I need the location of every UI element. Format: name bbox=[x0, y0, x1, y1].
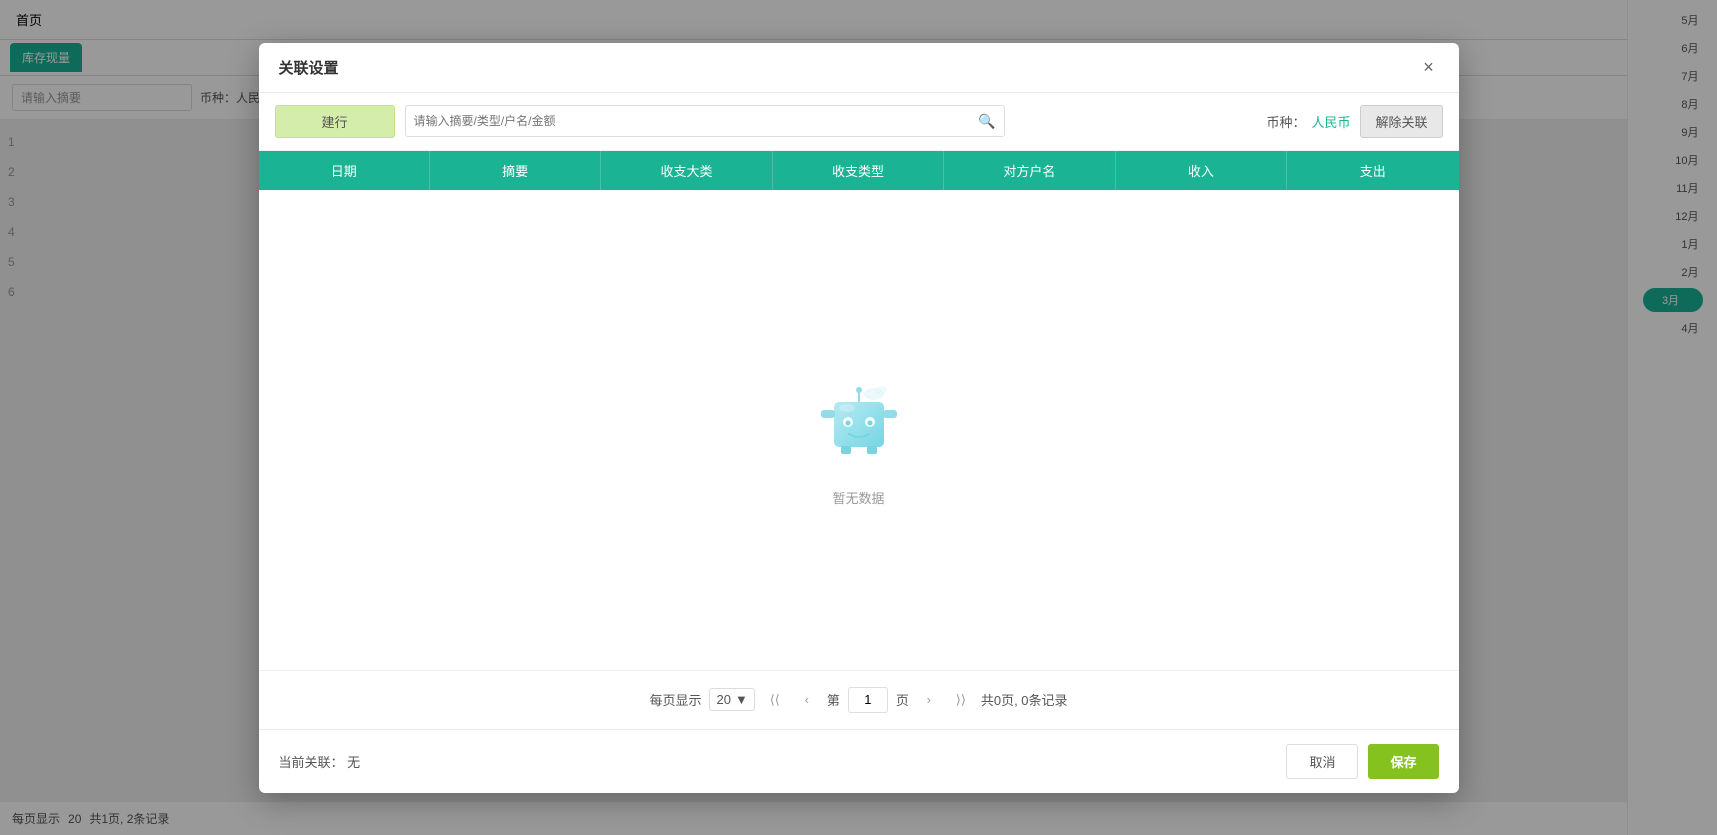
th-income: 收入 bbox=[1116, 151, 1287, 190]
modal-header: 关联设置 × bbox=[259, 43, 1459, 93]
save-button[interactable]: 保存 bbox=[1368, 744, 1438, 779]
page-label: 第 bbox=[827, 690, 840, 709]
per-page-label: 每页显示 bbox=[649, 690, 701, 709]
th-counterparty: 对方户名 bbox=[944, 151, 1115, 190]
page-input[interactable] bbox=[848, 687, 888, 713]
filter-row: 建行 🔍 币种： 人民币 解除关联 bbox=[259, 93, 1459, 151]
modal-footer: 当前关联： 无 取消 保存 bbox=[259, 729, 1459, 793]
pagination-row: 每页显示 20 ▼ ⟨⟨ ‹ 第 页 › ⟩⟩ 共0页, 0条记录 bbox=[259, 670, 1459, 729]
modal-close-btn[interactable]: × bbox=[1419, 57, 1439, 77]
page-last-btn[interactable]: ⟩⟩ bbox=[949, 688, 973, 712]
current-link-text: 当前关联： 无 bbox=[279, 752, 361, 771]
unlink-button[interactable]: 解除关联 bbox=[1360, 105, 1442, 138]
currency-label: 币种： bbox=[1266, 112, 1305, 131]
search-icon[interactable]: 🔍 bbox=[978, 113, 995, 130]
filter-search-wrap: 🔍 bbox=[405, 105, 1005, 137]
footer-buttons: 取消 保存 bbox=[1286, 744, 1438, 779]
page-size-value: 20 bbox=[716, 692, 730, 707]
empty-icon bbox=[809, 372, 909, 472]
cancel-button[interactable]: 取消 bbox=[1286, 744, 1358, 779]
modal-title: 关联设置 bbox=[279, 57, 339, 78]
page-total: 共0页, 0条记录 bbox=[981, 690, 1068, 709]
filter-search-input[interactable] bbox=[414, 114, 979, 128]
empty-text: 暂无数据 bbox=[832, 488, 884, 507]
th-type: 收支类型 bbox=[773, 151, 944, 190]
filter-currency: 币种： 人民币 bbox=[1266, 112, 1350, 131]
currency-value: 人民币 bbox=[1311, 112, 1350, 131]
modal-body: 建行 🔍 币种： 人民币 解除关联 日期 摘要 收支大类 收支类型 对方户名 收… bbox=[259, 93, 1459, 729]
page-suffix: 页 bbox=[896, 690, 909, 709]
data-table: 日期 摘要 收支大类 收支类型 对方户名 收入 支出 bbox=[259, 151, 1459, 190]
th-expense: 支出 bbox=[1287, 151, 1458, 190]
current-link-label: 当前关联： bbox=[279, 755, 344, 770]
modal-dialog: 关联设置 × 建行 🔍 币种： 人民币 解除关联 日期 摘要 收支大类 收支类型 bbox=[259, 43, 1459, 793]
page-size-select[interactable]: 20 ▼ bbox=[709, 688, 754, 711]
page-size-chevron: ▼ bbox=[735, 692, 748, 707]
empty-state: 暂无数据 bbox=[259, 190, 1459, 670]
filter-bank-tag[interactable]: 建行 bbox=[275, 105, 395, 138]
table-header-row: 日期 摘要 收支大类 收支类型 对方户名 收入 支出 bbox=[259, 151, 1459, 190]
page-first-btn[interactable]: ⟨⟨ bbox=[763, 688, 787, 712]
page-next-btn[interactable]: › bbox=[917, 688, 941, 712]
th-summary: 摘要 bbox=[430, 151, 601, 190]
page-prev-btn[interactable]: ‹ bbox=[795, 688, 819, 712]
th-date: 日期 bbox=[259, 151, 430, 190]
th-category: 收支大类 bbox=[601, 151, 772, 190]
current-link-value: 无 bbox=[347, 755, 360, 770]
